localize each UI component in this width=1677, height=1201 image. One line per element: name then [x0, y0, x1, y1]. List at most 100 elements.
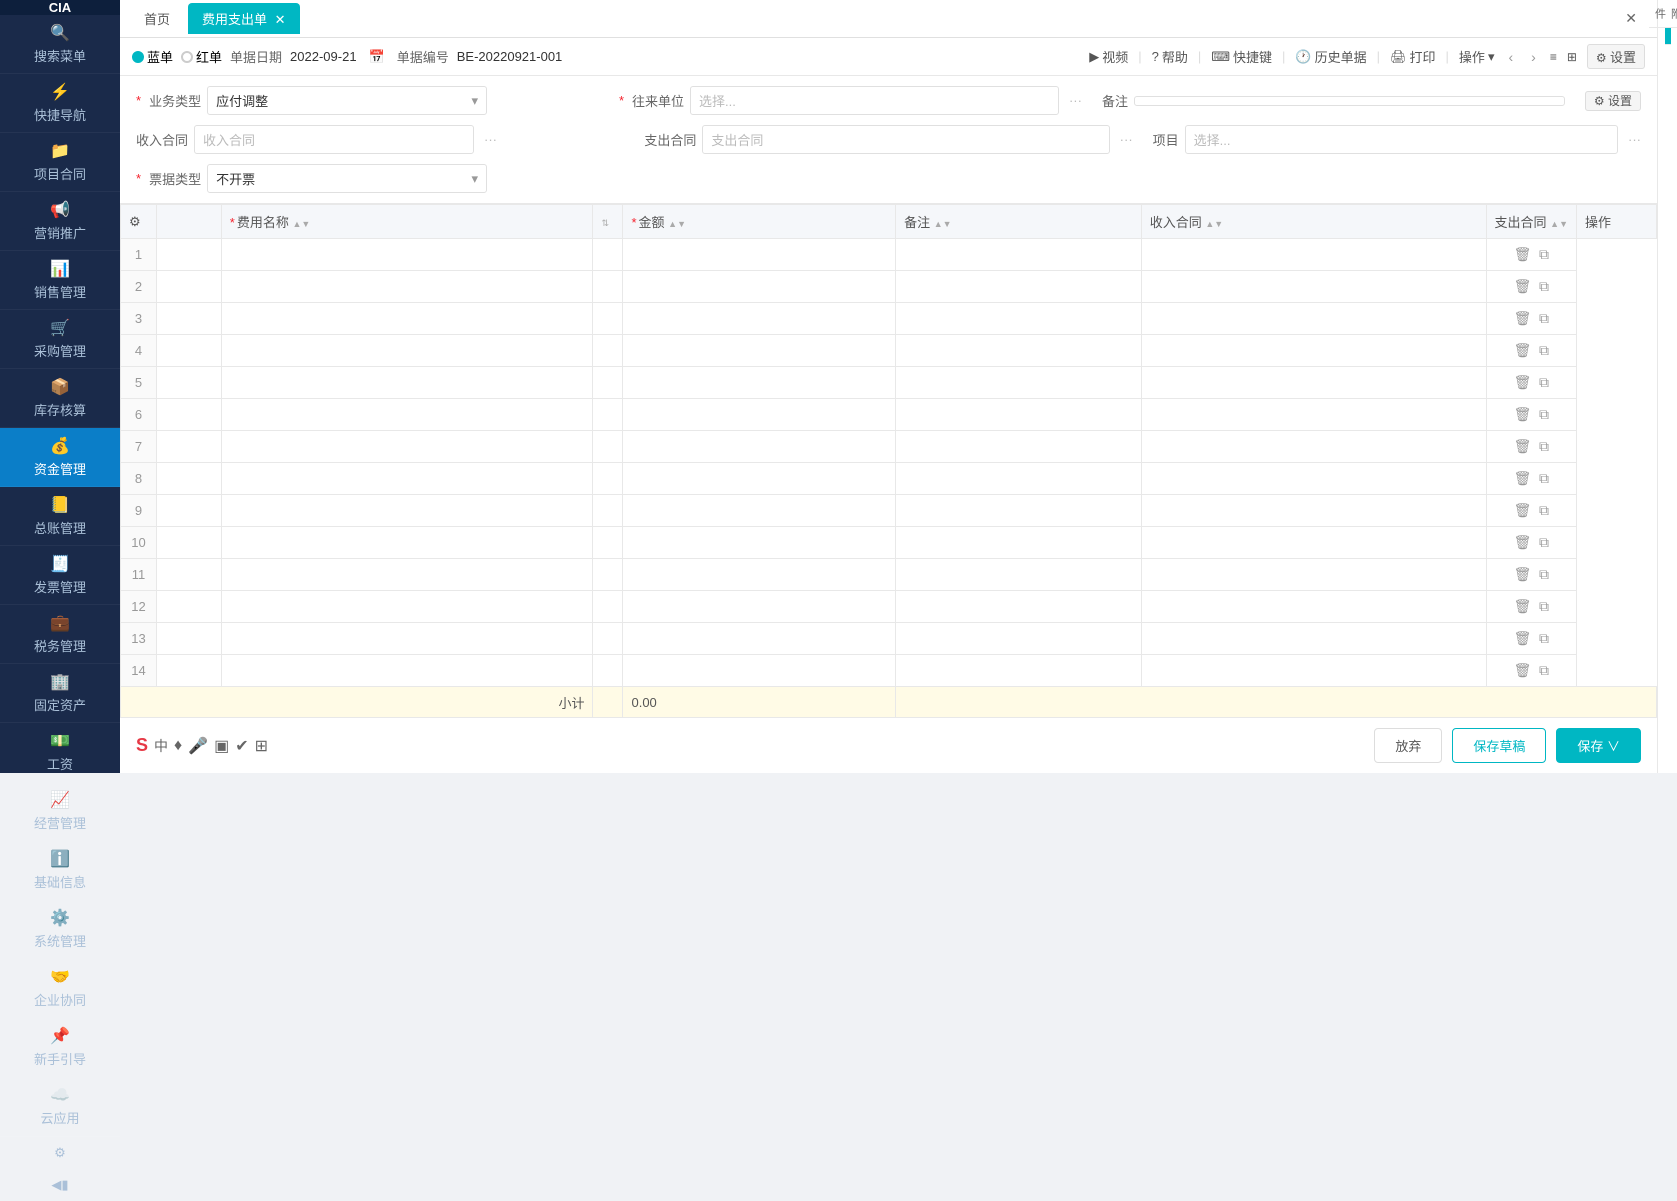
row-1-expense-name[interactable] — [157, 239, 222, 271]
row-4-delete-btn[interactable]: 🗑 — [1514, 342, 1532, 358]
discard-btn[interactable]: 放弃 — [1374, 728, 1442, 763]
note-input[interactable] — [1134, 96, 1565, 106]
row-7-sort[interactable] — [221, 431, 593, 463]
row-2-delete-btn[interactable]: 🗑 — [1514, 278, 1532, 294]
sidebar-item-inventory[interactable]: 📦库存核算 — [0, 369, 120, 428]
row-2-copy-btn[interactable]: ⧉ — [1539, 278, 1549, 294]
row-8-sort[interactable] — [221, 463, 593, 495]
row-5-delete-btn[interactable]: 🗑 — [1514, 374, 1532, 390]
sidebar-item-marketing[interactable]: 📢营销推广 — [0, 192, 120, 251]
sidebar-item-invoice[interactable]: 🧾发票管理 — [0, 546, 120, 605]
footer-icon-s[interactable]: S — [136, 735, 148, 756]
row-7-note[interactable] — [623, 431, 896, 463]
sort-expense-contract[interactable]: ▲▼ — [1550, 219, 1568, 229]
number-value[interactable]: BE-20220921-001 — [457, 49, 563, 64]
row-4-sort[interactable] — [221, 335, 593, 367]
form-settings-btn[interactable]: ⚙ 设置 — [1585, 91, 1641, 111]
footer-icon-box[interactable]: ▣ — [214, 736, 229, 756]
row-1-delete-btn[interactable]: 🗑 — [1514, 246, 1532, 262]
row-14-note[interactable] — [623, 655, 896, 687]
sidebar-item-enterprise[interactable]: 🤝企业协同 — [0, 959, 120, 1018]
row-2-expense-name[interactable] — [157, 271, 222, 303]
nav-next-btn[interactable]: › — [1527, 49, 1540, 65]
col-note[interactable]: 备注 ▲▼ — [896, 205, 1142, 239]
sidebar-item-basic-info[interactable]: ℹ️基础信息 — [0, 841, 120, 900]
row-8-amount[interactable] — [593, 463, 623, 495]
row-14-amount[interactable] — [593, 655, 623, 687]
row-5-sort[interactable] — [221, 367, 593, 399]
col-settings[interactable]: ⚙ — [121, 205, 157, 239]
col-expense-name[interactable]: *费用名称 ▲▼ — [221, 205, 593, 239]
row-10-expense-name[interactable] — [157, 527, 222, 559]
sidebar-audio-btn[interactable]: ◀▮ — [0, 1169, 120, 1201]
row-2-expense-contract[interactable] — [1141, 271, 1486, 303]
row-10-copy-btn[interactable]: ⧉ — [1539, 534, 1549, 550]
row-7-copy-btn[interactable]: ⧉ — [1539, 438, 1549, 454]
row-7-delete-btn[interactable]: 🗑 — [1514, 438, 1532, 454]
tab-home[interactable]: 首页 — [130, 3, 184, 34]
sidebar-item-sales[interactable]: 📊销售管理 — [0, 251, 120, 310]
btn-video[interactable]: ▶视频 — [1089, 47, 1128, 66]
edge-tab-attachment[interactable]: 附件 — [1649, 0, 1677, 28]
row-11-delete-btn[interactable]: 🗑 — [1514, 566, 1532, 582]
row-3-expense-contract[interactable] — [1141, 303, 1486, 335]
row-2-sort[interactable] — [221, 271, 593, 303]
business-type-input[interactable]: 应付调整 ▾ — [207, 86, 487, 115]
expense-contract-input[interactable]: 支出合同 — [702, 125, 1109, 154]
sidebar-item-capital[interactable]: 💰资金管理 — [0, 428, 120, 487]
row-6-income-contract[interactable] — [896, 399, 1142, 431]
row-9-expense-contract[interactable] — [1141, 495, 1486, 527]
row-10-amount[interactable] — [593, 527, 623, 559]
row-8-income-contract[interactable] — [896, 463, 1142, 495]
row-4-amount[interactable] — [593, 335, 623, 367]
sort-note[interactable]: ▲▼ — [934, 219, 952, 229]
row-5-expense-contract[interactable] — [1141, 367, 1486, 399]
nav-prev-btn[interactable]: ‹ — [1504, 49, 1517, 65]
col-sort[interactable]: ⇅ — [593, 205, 623, 239]
row-1-expense-contract[interactable] — [1141, 239, 1486, 271]
tab-close-expense[interactable]: ✕ — [275, 12, 286, 27]
row-6-delete-btn[interactable]: 🗑 — [1514, 406, 1532, 422]
radio-blue[interactable]: 蓝单 — [132, 47, 173, 66]
row-11-note[interactable] — [623, 559, 896, 591]
footer-icon-diamond[interactable]: ♦ — [174, 737, 182, 755]
row-12-expense-contract[interactable] — [1141, 591, 1486, 623]
sidebar-settings-btn[interactable]: ⚙ — [0, 1137, 120, 1169]
row-13-amount[interactable] — [593, 623, 623, 655]
row-9-amount[interactable] — [593, 495, 623, 527]
save-btn[interactable]: 保存 ∨ — [1556, 728, 1641, 763]
row-11-income-contract[interactable] — [896, 559, 1142, 591]
sidebar-item-salary[interactable]: 💵工资 — [0, 723, 120, 782]
row-14-income-contract[interactable] — [896, 655, 1142, 687]
row-2-amount[interactable] — [593, 271, 623, 303]
sidebar-item-project-contract[interactable]: 📁项目合同 — [0, 133, 120, 192]
btn-print[interactable]: 🖨打印 — [1390, 47, 1436, 66]
footer-icon-zhong[interactable]: 中 — [154, 736, 168, 756]
calendar-icon[interactable]: 📅 — [369, 49, 385, 65]
btn-shortcut[interactable]: ⌨快捷键 — [1211, 47, 1272, 66]
row-1-income-contract[interactable] — [896, 239, 1142, 271]
save-draft-btn[interactable]: 保存草稿 — [1452, 728, 1546, 763]
row-11-expense-name[interactable] — [157, 559, 222, 591]
col-income-contract[interactable]: 收入合同 ▲▼ — [1141, 205, 1486, 239]
footer-icon-mic[interactable]: 🎤 — [188, 736, 208, 756]
row-8-expense-contract[interactable] — [1141, 463, 1486, 495]
row-9-expense-name[interactable] — [157, 495, 222, 527]
btn-history[interactable]: 🕐历史单据 — [1295, 47, 1366, 66]
row-14-sort[interactable] — [221, 655, 593, 687]
row-8-expense-name[interactable] — [157, 463, 222, 495]
row-1-note[interactable] — [623, 239, 896, 271]
row-12-expense-name[interactable] — [157, 591, 222, 623]
row-4-expense-contract[interactable] — [1141, 335, 1486, 367]
row-11-expense-contract[interactable] — [1141, 559, 1486, 591]
row-12-sort[interactable] — [221, 591, 593, 623]
view-grid-btn[interactable]: ⊞ — [1567, 50, 1577, 64]
row-1-copy-btn[interactable]: ⧉ — [1539, 246, 1549, 262]
row-10-income-contract[interactable] — [896, 527, 1142, 559]
row-4-income-contract[interactable] — [896, 335, 1142, 367]
row-9-note[interactable] — [623, 495, 896, 527]
row-3-amount[interactable] — [593, 303, 623, 335]
row-3-expense-name[interactable] — [157, 303, 222, 335]
row-11-sort[interactable] — [221, 559, 593, 591]
row-13-copy-btn[interactable]: ⧉ — [1539, 630, 1549, 646]
